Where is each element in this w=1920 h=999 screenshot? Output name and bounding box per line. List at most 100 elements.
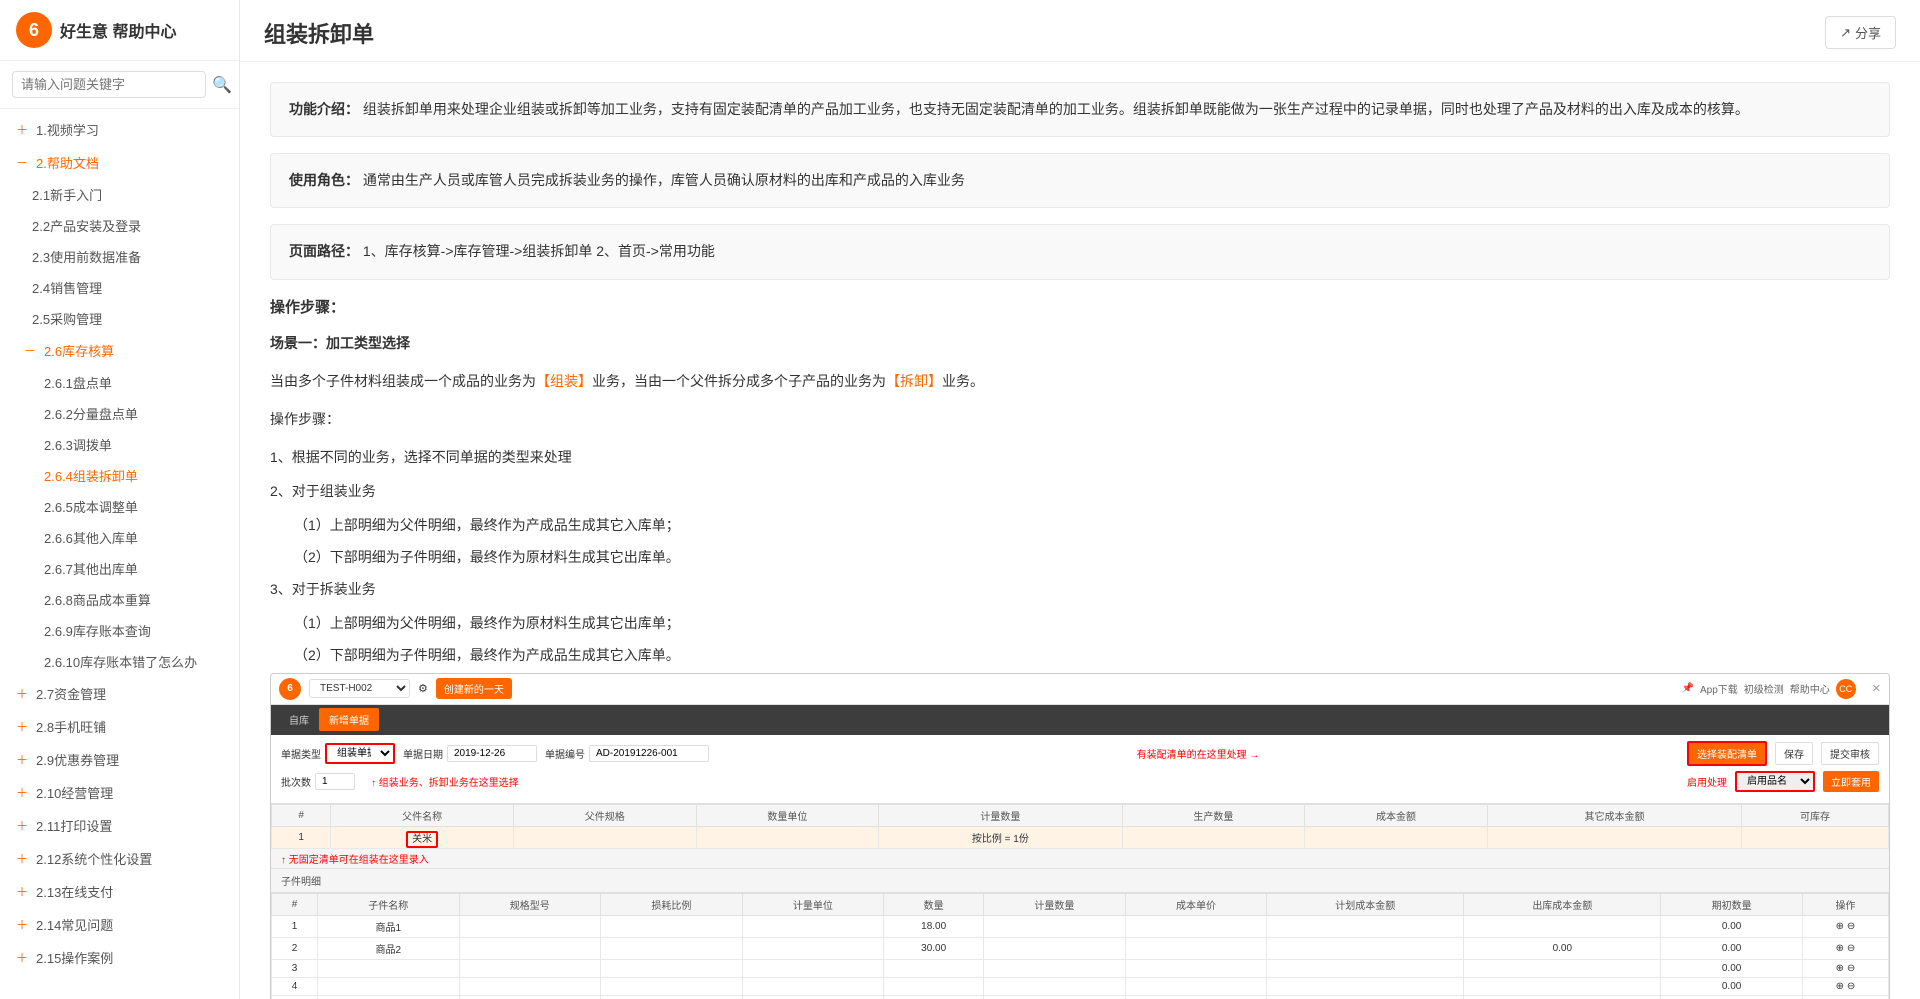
type-label: 单据类型 xyxy=(281,746,321,761)
col-l-unit: 计量单位 xyxy=(742,893,884,915)
sidebar-item-adjust[interactable]: 2.6.3调拨单 xyxy=(0,429,239,460)
create-day-button[interactable]: 创建新的一天 xyxy=(436,678,512,699)
sidebar-item-stock-count[interactable]: 2.6.1盘点单 xyxy=(0,367,239,398)
scene1-title: 场景一：加工类型选择 xyxy=(270,329,1890,357)
sidebar-label-print: 2.11打印设置 xyxy=(36,816,112,835)
cell-spec xyxy=(513,826,696,848)
sidebar-item-videos[interactable]: ＋ 1.视频学习 xyxy=(0,113,239,146)
cell-meas-qty: 按比例 = 1份 xyxy=(879,826,1122,848)
sidebar-label-videos: 1.视频学习 xyxy=(36,120,99,139)
sidebar-item-other-out[interactable]: 2.6.7其他出库单 xyxy=(0,553,239,584)
sidebar-item-online-pay[interactable]: ＋ 2.13在线支付 xyxy=(0,875,239,908)
sidebar-item-sales[interactable]: 2.4销售管理 xyxy=(0,272,239,303)
sidebar-item-inventory[interactable]: － 2.6库存核算 xyxy=(0,334,239,367)
company-select[interactable]: TEST-H002 xyxy=(309,679,410,698)
apply-btn[interactable]: 立即套用 xyxy=(1823,771,1879,792)
lower-table-section: # 子件名称 规格型号 损耗比例 计量单位 数量 计量数量 成本单价 计划成本金… xyxy=(271,893,1889,999)
sidebar-item-faq[interactable]: ＋ 2.14常见问题 xyxy=(0,908,239,941)
sidebar-header: 6 好生意 帮助中心 xyxy=(0,0,239,61)
col-l-out-cost: 出库成本金额 xyxy=(1464,893,1661,915)
collapse-icon: － xyxy=(16,154,30,171)
cell-avail xyxy=(1742,826,1889,848)
no-input[interactable] xyxy=(589,745,709,762)
sidebar-item-coupon[interactable]: ＋ 2.9优惠券管理 xyxy=(0,743,239,776)
search-button[interactable]: 🔍 xyxy=(212,75,232,95)
enable-select[interactable]: 启用品名 xyxy=(1735,771,1815,792)
close-icon[interactable]: ✕ xyxy=(1872,682,1881,695)
sidebar-item-cost-reset[interactable]: 2.6.8商品成本重算 xyxy=(0,584,239,615)
qty-input[interactable] xyxy=(315,773,355,790)
sidebar-item-ledger-query[interactable]: 2.6.9库存账本查询 xyxy=(0,615,239,646)
sidebar-item-print[interactable]: ＋ 2.11打印设置 xyxy=(0,809,239,842)
sidebar-item-mobile[interactable]: ＋ 2.8手机旺铺 xyxy=(0,710,239,743)
table-row: 40.00⊕ ⊖ xyxy=(272,977,1889,995)
share-button[interactable]: ↗ 分享 xyxy=(1825,16,1896,49)
step-1: 1、根据不同的业务，选择不同单据的类型来处理 xyxy=(270,443,1890,471)
upper-table: # 父件名称 父件规格 数量单位 计量数量 生产数量 成本金额 其它成本金额 可… xyxy=(271,804,1889,849)
col-parent-spec: 父件规格 xyxy=(513,804,696,826)
type-select[interactable]: 组装单据 拆卸单据 xyxy=(325,743,395,764)
sidebar-item-personalize[interactable]: ＋ 2.12系统个性化设置 xyxy=(0,842,239,875)
sidebar-item-cost-adjust[interactable]: 2.6.5成本调整单 xyxy=(0,491,239,522)
col-l-name: 子件名称 xyxy=(317,893,459,915)
sidebar-label-online-pay: 2.13在线支付 xyxy=(36,882,113,901)
qty-field: 批次数 xyxy=(281,773,355,790)
col-avail-stock: 可库存 xyxy=(1742,804,1889,826)
parent-name-input[interactable]: 关米 xyxy=(406,831,438,848)
sidebar-item-docs[interactable]: － 2.帮助文档 xyxy=(0,146,239,179)
step-3-1: （1）上部明细为父件明细，最终作为原材料生成其它出库单； xyxy=(294,609,1890,637)
cell-unit xyxy=(696,826,879,848)
lower-table: # 子件名称 规格型号 损耗比例 计量单位 数量 计量数量 成本单价 计划成本金… xyxy=(271,893,1889,999)
logo-icon: 6 xyxy=(16,12,52,48)
col-measure-qty: 计量数量 xyxy=(879,804,1122,826)
col-other-cost: 其它成本金额 xyxy=(1487,804,1741,826)
nav-new-doc[interactable]: 新增单据 xyxy=(319,708,379,731)
check-label: 初级检测 xyxy=(1744,681,1784,696)
sidebar-item-partial-count[interactable]: 2.6.2分量盘点单 xyxy=(0,398,239,429)
step-2: 2、对于组装业务 xyxy=(270,477,1890,505)
qty-label: 批次数 xyxy=(281,774,311,789)
expand-cases-icon: ＋ xyxy=(16,949,30,966)
annotation-area: ↑ 无固定清单可在组装在这里录入 xyxy=(271,849,1889,868)
col-parent-name: 父件名称 xyxy=(331,804,514,826)
sidebar: 6 好生意 帮助中心 🔍 ＋ 1.视频学习 － 2.帮助文档 2.1新手入门 2… xyxy=(0,0,240,999)
date-field: 单据日期 xyxy=(403,745,537,762)
nav-home[interactable]: 自库 xyxy=(279,708,319,731)
app-logo: 6 xyxy=(279,678,301,700)
sidebar-item-capital[interactable]: ＋ 2.7资金管理 xyxy=(0,677,239,710)
expand-mobile-icon: ＋ xyxy=(16,718,30,735)
date-input[interactable] xyxy=(447,745,537,762)
collapse-inventory-icon: － xyxy=(24,342,38,359)
sidebar-item-install[interactable]: 2.2产品安装及登录 xyxy=(0,210,239,241)
search-input[interactable] xyxy=(12,71,206,98)
cell-prod-qty xyxy=(1122,826,1305,848)
col-l-meas: 计量数量 xyxy=(984,893,1126,915)
sidebar-item-prep[interactable]: 2.3使用前数据准备 xyxy=(0,241,239,272)
sidebar-label-personalize: 2.12系统个性化设置 xyxy=(36,849,152,868)
sidebar-item-other-in[interactable]: 2.6.6其他入库单 xyxy=(0,522,239,553)
sidebar-item-cases[interactable]: ＋ 2.15操作案例 xyxy=(0,941,239,974)
no-field: 单据编号 xyxy=(545,745,709,762)
col-num: # xyxy=(272,804,331,826)
sidebar-label-ops: 2.10经营管理 xyxy=(36,783,113,802)
sidebar-item-purchase[interactable]: 2.5采购管理 xyxy=(0,303,239,334)
sidebar-item-assembly[interactable]: 2.6.4组装拆卸单 xyxy=(0,460,239,491)
sidebar-label-faq: 2.14常见问题 xyxy=(36,915,113,934)
scene1-desc: 当由多个子件材料组装成一个成品的业务为【组装】业务，当由一个父件拆分成多个子产品… xyxy=(270,367,1890,395)
feature-intro-box: 功能介绍： 组装拆卸单用来处理企业组装或拆卸等加工业务，支持有固定装配清单的产品… xyxy=(270,82,1890,137)
step-3: 3、对于拆装业务 xyxy=(270,575,1890,603)
sidebar-item-ops[interactable]: ＋ 2.10经营管理 xyxy=(0,776,239,809)
submit-btn[interactable]: 提交审核 xyxy=(1821,742,1879,765)
col-qty-unit: 数量单位 xyxy=(696,804,879,826)
cell-num: 1 xyxy=(272,826,331,848)
select-config-btn[interactable]: 选择装配清单 xyxy=(1687,741,1767,766)
col-l-plan-cost: 计划成本金额 xyxy=(1267,893,1464,915)
sidebar-item-new-user[interactable]: 2.1新手入门 xyxy=(0,179,239,210)
main-header: 组装拆卸单 ↗ 分享 xyxy=(240,0,1920,62)
save-btn[interactable]: 保存 xyxy=(1775,742,1813,765)
sidebar-item-ledger-error[interactable]: 2.6.10库存账本错了怎么办 xyxy=(0,646,239,677)
no-label: 单据编号 xyxy=(545,746,585,761)
path-text: 1、库存核算->库存管理->组装拆卸单 2、首页->常用功能 xyxy=(363,243,715,259)
col-l-qty: 数量 xyxy=(884,893,984,915)
upper-table-section: # 父件名称 父件规格 数量单位 计量数量 生产数量 成本金额 其它成本金额 可… xyxy=(271,804,1889,849)
